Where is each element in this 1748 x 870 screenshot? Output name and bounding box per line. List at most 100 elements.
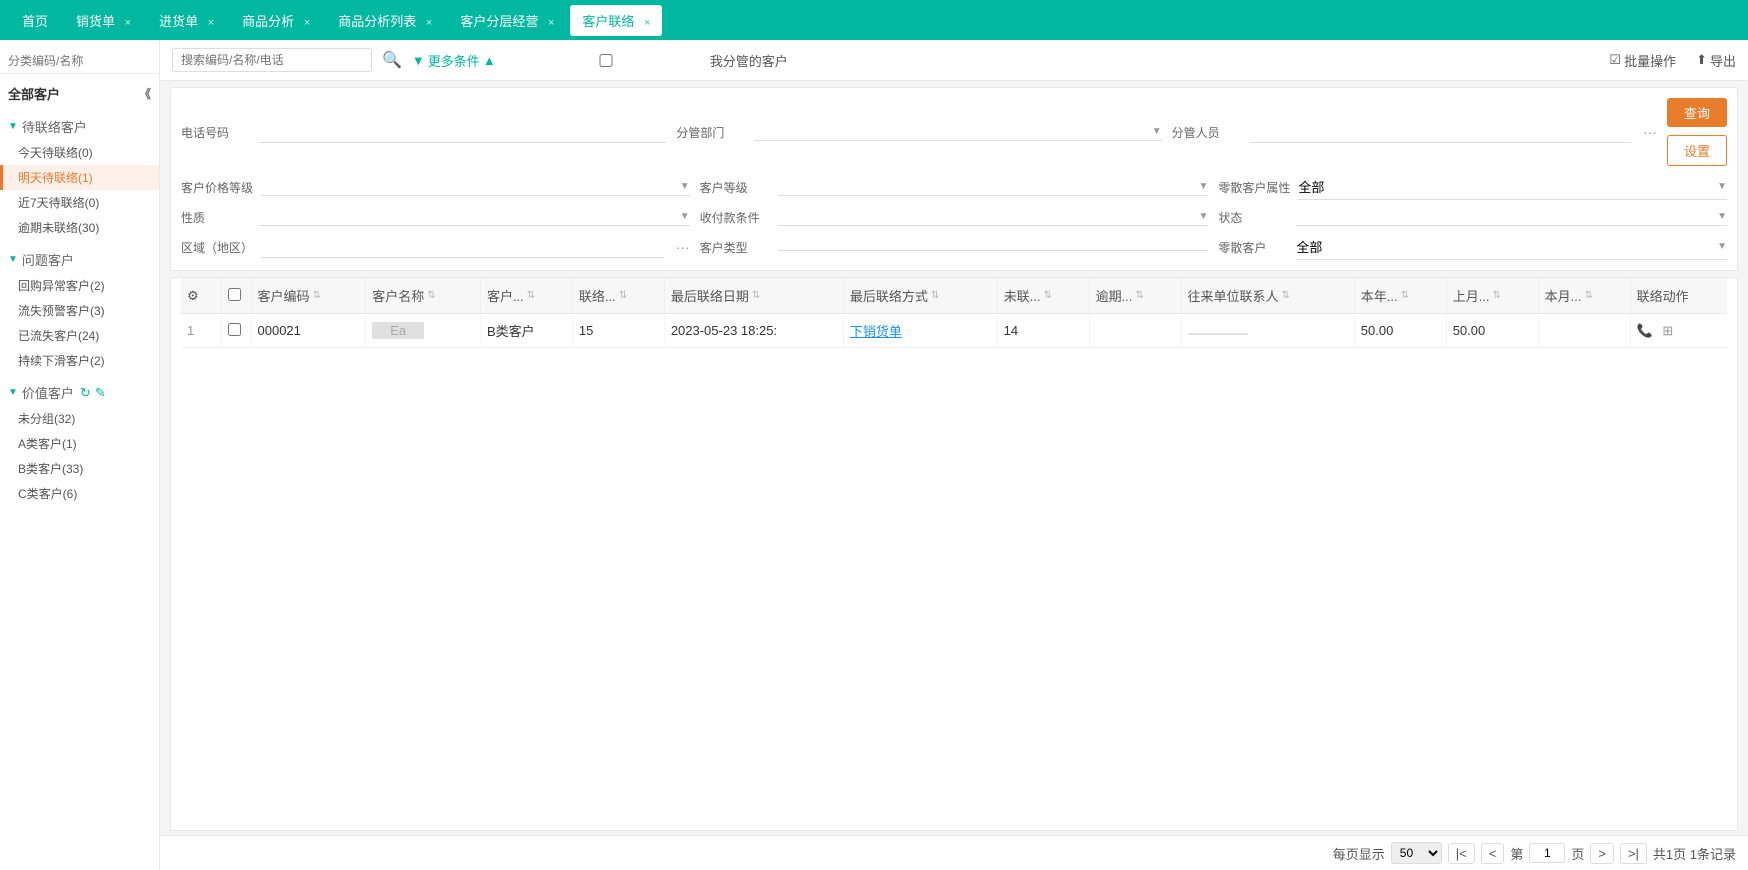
prev-page-button[interactable]: < [1481, 843, 1505, 864]
phone-input[interactable] [259, 122, 666, 143]
next-page-button[interactable]: > [1590, 843, 1614, 864]
last-method-sort-icon[interactable]: ⇅ [931, 290, 939, 301]
price-level-select[interactable]: ▼ [261, 178, 690, 196]
person-dots-icon[interactable]: ··· [1643, 124, 1657, 140]
td-name[interactable]: Ea [366, 314, 481, 348]
td-checkbox[interactable] [221, 314, 251, 348]
region-dots-icon[interactable]: ··· [676, 239, 690, 255]
last-method-link[interactable]: 下销货单 [850, 324, 902, 339]
settings-gear-icon[interactable]: ⚙ [187, 288, 199, 304]
payment-caret-icon: ▼ [1198, 211, 1208, 222]
code-sort-icon[interactable]: ⇅ [313, 290, 321, 301]
th-name[interactable]: 客户名称 ⇅ [366, 278, 481, 314]
page-number-input[interactable] [1529, 843, 1565, 863]
this-year-sort-icon[interactable]: ⇅ [1401, 290, 1409, 301]
close-customer-contact-icon[interactable]: × [644, 17, 650, 29]
th-overdue[interactable]: 逾期... ⇅ [1089, 278, 1181, 314]
contact-sort-icon[interactable]: ⇅ [619, 290, 627, 301]
customer-type-select[interactable] [778, 244, 1209, 251]
th-code[interactable]: 客户编码 ⇅ [251, 278, 366, 314]
th-last-month[interactable]: 上月... ⇅ [1446, 278, 1538, 314]
nav-product-analysis[interactable]: 商品分析 × [230, 5, 322, 36]
th-unit-contact[interactable]: 往来单位联系人 ⇅ [1181, 278, 1354, 314]
my-customers-checkbox-label[interactable]: 我分管的客户 [506, 51, 788, 70]
sidebar-item-overdue-contact[interactable]: 逾期未联络(30) [0, 215, 159, 240]
customer-level-select[interactable]: ▼ [778, 178, 1209, 196]
th-contact-count[interactable]: 联络... ⇅ [572, 278, 664, 314]
phone-label: 电话号码 [181, 124, 251, 141]
more-filters-button[interactable]: ▼ 更多条件 ▲ [412, 51, 496, 70]
select-all-checkbox[interactable] [228, 288, 241, 301]
sidebar-item-class-c[interactable]: C类客户(6) [0, 481, 159, 506]
nav-purchase-order[interactable]: 进货单 × [147, 5, 226, 36]
dept-select[interactable]: ▼ [754, 123, 1161, 141]
close-customer-seg-icon[interactable]: × [548, 17, 554, 29]
sidebar-item-churned[interactable]: 已流失客户(24) [0, 323, 159, 348]
payment-select[interactable]: ▼ [778, 208, 1209, 226]
collapse-icon[interactable]: 《 [139, 85, 151, 102]
th-settings[interactable]: ⚙ [181, 278, 221, 314]
th-uncontacted[interactable]: 未联... ⇅ [997, 278, 1089, 314]
query-button[interactable]: 查询 [1667, 98, 1727, 127]
close-purchase-order-icon[interactable]: × [208, 17, 214, 29]
my-customers-checkbox[interactable] [506, 54, 706, 67]
th-this-year[interactable]: 本年... ⇅ [1354, 278, 1446, 314]
phone-action-icon[interactable]: 📞 [1637, 323, 1653, 338]
close-sales-order-icon[interactable]: × [125, 17, 131, 29]
grid-action-icon[interactable]: ⊞ [1662, 323, 1673, 338]
sidebar-item-declining[interactable]: 持续下滑客户(2) [0, 348, 159, 373]
sidebar-search-input[interactable] [8, 54, 160, 68]
sidebar-item-abnormal-repurchase[interactable]: 回购异常客户(2) [0, 273, 159, 298]
th-this-month[interactable]: 本月... ⇅ [1538, 278, 1630, 314]
filter-retail-customer: 零散客户 全部 ▼ [1218, 234, 1727, 260]
filter-retail-attr: 零散客户属性 全部 ▼ [1218, 174, 1727, 200]
export-button[interactable]: ⬆ 导出 [1696, 51, 1736, 70]
search-submit-icon[interactable]: 🔍 [382, 50, 402, 70]
type-sort-icon[interactable]: ⇅ [527, 290, 535, 301]
sidebar-item-tomorrow-contact[interactable]: 明天待联络(1) [0, 165, 159, 190]
region-input[interactable] [261, 237, 664, 258]
sidebar-item-today-contact[interactable]: 今天待联络(0) [0, 140, 159, 165]
uncontacted-sort-icon[interactable]: ⇅ [1043, 290, 1051, 301]
sidebar-item-week-contact[interactable]: 近7天待联络(0) [0, 190, 159, 215]
refresh-value-icon[interactable]: ↻ [80, 385, 91, 401]
th-type[interactable]: 客户... ⇅ [480, 278, 572, 314]
sidebar-item-class-b[interactable]: B类客户(33) [0, 456, 159, 481]
per-page-select[interactable]: 50 100 200 [1391, 842, 1442, 864]
edit-value-icon[interactable]: ✎ [95, 385, 106, 401]
last-month-sort-icon[interactable]: ⇅ [1493, 290, 1501, 301]
set-button[interactable]: 设置 [1667, 135, 1727, 166]
close-product-analysis-list-icon[interactable]: × [426, 17, 432, 29]
td-last-method[interactable]: 下销货单 [843, 314, 997, 348]
status-select[interactable]: ▼ [1296, 208, 1727, 226]
last-date-sort-icon[interactable]: ⇅ [752, 290, 760, 301]
first-page-button[interactable]: |< [1448, 843, 1475, 864]
this-month-sort-icon[interactable]: ⇅ [1584, 290, 1592, 301]
nav-sales-order[interactable]: 销货单 × [64, 5, 143, 36]
search-input[interactable] [172, 48, 372, 72]
retail-customer-select[interactable]: 全部 ▼ [1296, 234, 1727, 260]
batch-operation-button[interactable]: ☑ 批量操作 [1609, 51, 1676, 70]
row-checkbox[interactable] [228, 323, 241, 336]
nav-customer-segmentation[interactable]: 客户分层经营 × [448, 5, 566, 36]
th-last-method[interactable]: 最后联络方式 ⇅ [843, 278, 997, 314]
sidebar-item-ungrouped[interactable]: 未分组(32) [0, 406, 159, 431]
unit-contact-sort-icon[interactable]: ⇅ [1282, 290, 1290, 301]
nav-home[interactable]: 首页 [10, 5, 60, 36]
sidebar-item-churn-warning[interactable]: 流失预警客户(3) [0, 298, 159, 323]
retail-attr-select[interactable]: 全部 ▼ [1298, 174, 1727, 200]
th-last-date[interactable]: 最后联络日期 ⇅ [664, 278, 843, 314]
th-checkbox[interactable] [221, 278, 251, 314]
nav-product-analysis-list[interactable]: 商品分析列表 × [326, 5, 444, 36]
nav-customer-contact[interactable]: 客户联络 × [570, 5, 662, 36]
close-product-analysis-icon[interactable]: × [304, 17, 310, 29]
td-action[interactable]: 📞 ⊞ [1630, 314, 1727, 348]
sidebar-item-class-a[interactable]: A类客户(1) [0, 431, 159, 456]
overdue-sort-icon[interactable]: ⇅ [1135, 290, 1143, 301]
person-input[interactable] [1250, 122, 1631, 143]
name-sort-icon[interactable]: ⇅ [427, 290, 435, 301]
export-icon: ⬆ [1696, 52, 1707, 68]
last-page-button[interactable]: >| [1620, 843, 1647, 864]
gender-select[interactable]: ▼ [259, 208, 690, 226]
page-label: 第 [1510, 844, 1523, 863]
